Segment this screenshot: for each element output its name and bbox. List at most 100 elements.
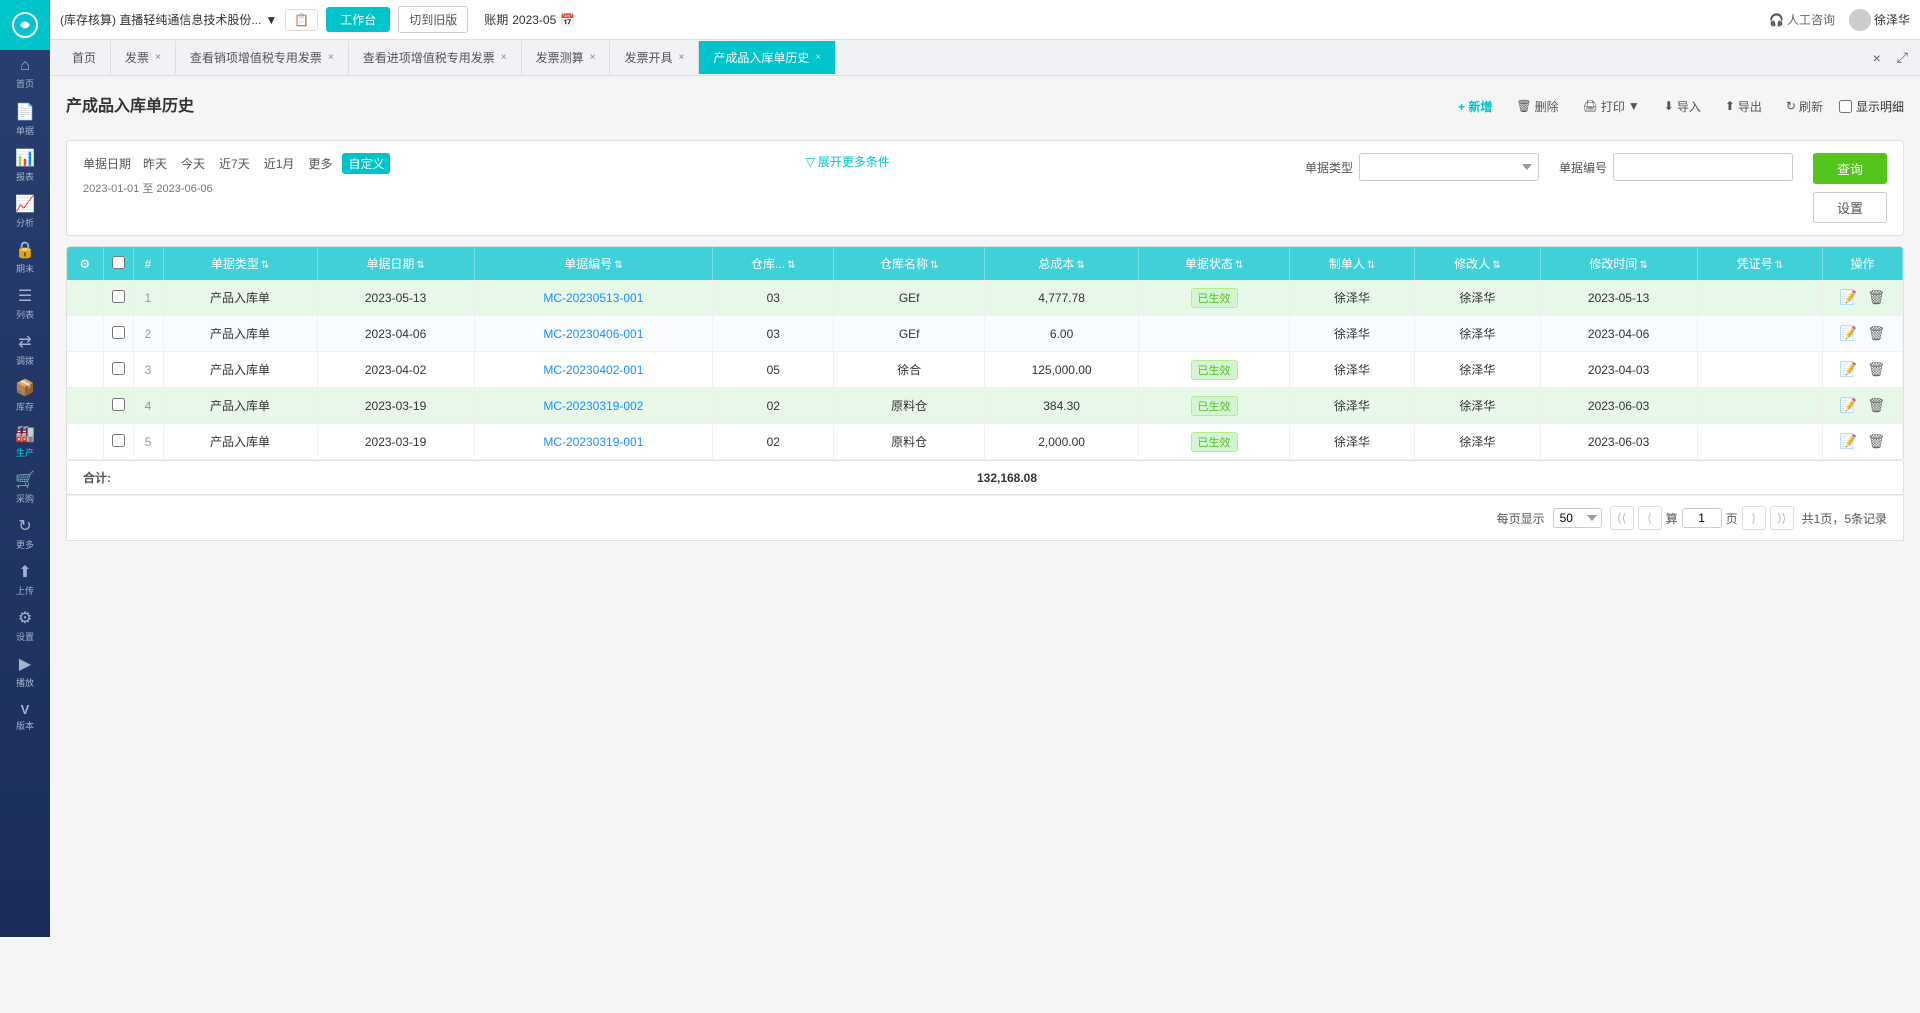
sidebar-item-version[interactable]: V 版本 xyxy=(0,694,50,740)
type-filter-select[interactable]: 产品入库单 xyxy=(1359,153,1539,181)
row-delete-button[interactable]: 🗑 xyxy=(1865,359,1887,380)
page-number-input[interactable] xyxy=(1682,508,1722,528)
sidebar-item-play[interactable]: ▶ 播放 xyxy=(0,648,50,694)
last-page-button[interactable]: ⟩⟩ xyxy=(1770,506,1794,530)
row-delete-button[interactable]: 🗑 xyxy=(1865,323,1887,344)
tab-close-all-button[interactable]: × xyxy=(1869,48,1885,68)
shortcut-today[interactable]: 今天 xyxy=(177,153,209,174)
sidebar-item-list[interactable]: ☰ 列表 xyxy=(0,280,50,326)
per-page-select[interactable]: 20 50 100 xyxy=(1553,508,1602,528)
tab-invoice-calc-close[interactable]: × xyxy=(590,52,596,63)
sidebar-item-analytics[interactable]: 📈 分析 xyxy=(0,188,50,234)
row-checkbox-cell[interactable] xyxy=(103,280,133,316)
col-checkbox-header[interactable] xyxy=(103,247,133,280)
sidebar-item-production[interactable]: 🏭 生产 xyxy=(0,418,50,464)
sidebar-logo[interactable] xyxy=(0,0,50,50)
row-checkbox-cell[interactable] xyxy=(103,352,133,388)
prev-page-button[interactable]: ⟨ xyxy=(1638,506,1662,530)
tab-invoice-open[interactable]: 发票开具 × xyxy=(610,41,699,74)
tab-sales-vat-close[interactable]: × xyxy=(328,52,334,63)
row-checkbox[interactable] xyxy=(112,326,125,339)
shortcut-1month[interactable]: 近1月 xyxy=(260,153,299,174)
col-status-header[interactable]: 单据状态⇅ xyxy=(1139,247,1290,280)
tab-invoice-close[interactable]: × xyxy=(155,52,161,63)
user-menu[interactable]: 徐泽华 xyxy=(1849,9,1910,31)
tab-product-history[interactable]: 产成品入库单历史 × xyxy=(699,41,836,74)
copy-button[interactable]: 📋 xyxy=(285,9,318,31)
shortcut-custom[interactable]: 自定义 xyxy=(342,153,390,174)
col-settings[interactable]: ⚙ xyxy=(67,247,103,280)
row-edit-button[interactable]: 📝 xyxy=(1838,431,1859,452)
col-date-header[interactable]: 单据日期⇅ xyxy=(317,247,474,280)
service-button[interactable]: 🎧 人工咨询 xyxy=(1769,11,1835,28)
next-page-button[interactable]: ⟩ xyxy=(1742,506,1766,530)
sidebar-item-purchase[interactable]: 🛒 采购 xyxy=(0,464,50,510)
old-version-button[interactable]: 切到旧版 xyxy=(398,6,468,33)
row-delete-button[interactable]: 🗑 xyxy=(1865,431,1887,452)
import-button[interactable]: ⬇ 导入 xyxy=(1656,94,1709,119)
col-cost-header[interactable]: 总成本⇅ xyxy=(985,247,1139,280)
calendar-icon[interactable]: 📅 xyxy=(560,13,575,27)
expand-conditions-button[interactable]: ▽ 展开更多条件 xyxy=(806,153,890,170)
tab-invoice-calc[interactable]: 发票测算 × xyxy=(522,41,611,74)
tab-invoice-open-close[interactable]: × xyxy=(678,52,684,63)
sidebar-item-doc[interactable]: 📄 单据 xyxy=(0,96,50,142)
workbench-button[interactable]: 工作台 xyxy=(326,7,390,32)
delete-button[interactable]: 🗑 删除 xyxy=(1508,94,1566,119)
sidebar-item-transfer[interactable]: ⇄ 调拨 xyxy=(0,326,50,372)
export-button[interactable]: ⬆ 导出 xyxy=(1717,94,1770,119)
col-number-header[interactable]: 单据编号⇅ xyxy=(474,247,713,280)
first-page-button[interactable]: ⟨⟨ xyxy=(1610,506,1634,530)
row-number-cell[interactable]: MC-20230319-002 xyxy=(474,388,713,424)
col-modtime-header[interactable]: 修改时间⇅ xyxy=(1540,247,1697,280)
sidebar-item-chart[interactable]: 📊 报表 xyxy=(0,142,50,188)
tab-product-history-close[interactable]: × xyxy=(815,52,821,63)
query-button[interactable]: 查询 xyxy=(1813,153,1887,184)
number-filter-input[interactable] xyxy=(1613,153,1793,181)
col-wh-name-header[interactable]: 仓库名称⇅ xyxy=(834,247,985,280)
row-checkbox[interactable] xyxy=(112,290,125,303)
shortcut-yesterday[interactable]: 昨天 xyxy=(139,153,171,174)
company-selector[interactable]: (库存核算) 直播轻纯通信息技术股份... ▼ xyxy=(60,11,277,28)
sidebar-item-settings[interactable]: ⚙ 设置 xyxy=(0,602,50,648)
row-number-cell[interactable]: MC-20230406-001 xyxy=(474,316,713,352)
sidebar-item-lock[interactable]: 🔒 期末 xyxy=(0,234,50,280)
row-checkbox-cell[interactable] xyxy=(103,424,133,460)
select-all-checkbox[interactable] xyxy=(112,256,125,269)
row-number-cell[interactable]: MC-20230513-001 xyxy=(474,280,713,316)
tab-sales-vat[interactable]: 查看销项增值税专用发票 × xyxy=(176,41,349,74)
print-button[interactable]: 🖨 打印 ▼ xyxy=(1575,94,1648,119)
row-edit-button[interactable]: 📝 xyxy=(1838,287,1859,308)
sidebar-item-upload[interactable]: ⬆ 上传 xyxy=(0,556,50,602)
shortcut-more[interactable]: 更多 xyxy=(304,153,336,174)
sidebar-item-home[interactable]: ⌂ 首页 xyxy=(0,50,50,96)
tab-purchase-vat-close[interactable]: × xyxy=(501,52,507,63)
row-checkbox-cell[interactable] xyxy=(103,388,133,424)
row-delete-button[interactable]: 🗑 xyxy=(1865,395,1887,416)
row-edit-button[interactable]: 📝 xyxy=(1838,323,1859,344)
row-edit-button[interactable]: 📝 xyxy=(1838,359,1859,380)
shortcut-7days[interactable]: 近7天 xyxy=(215,153,254,174)
row-number-cell[interactable]: MC-20230319-001 xyxy=(474,424,713,460)
sidebar-item-inventory[interactable]: 📦 库存 xyxy=(0,372,50,418)
col-creator-header[interactable]: 制单人⇅ xyxy=(1289,247,1414,280)
row-number-cell[interactable]: MC-20230402-001 xyxy=(474,352,713,388)
tab-home[interactable]: 首页 xyxy=(58,41,111,74)
tab-invoice[interactable]: 发票 × xyxy=(111,41,176,74)
col-modifier-header[interactable]: 修改人⇅ xyxy=(1415,247,1540,280)
row-checkbox[interactable] xyxy=(112,398,125,411)
tab-expand-button[interactable]: ⤢ xyxy=(1893,47,1912,68)
col-wh-code-header[interactable]: 仓库...⇅ xyxy=(713,247,834,280)
col-voucher-header[interactable]: 凭证号⇅ xyxy=(1697,247,1822,280)
row-checkbox[interactable] xyxy=(112,362,125,375)
row-checkbox-cell[interactable] xyxy=(103,316,133,352)
show-detail-input[interactable] xyxy=(1839,100,1852,113)
set-button[interactable]: 设置 xyxy=(1813,192,1887,223)
tab-purchase-vat[interactable]: 查看进项增值税专用发票 × xyxy=(349,41,522,74)
row-delete-button[interactable]: 🗑 xyxy=(1865,287,1887,308)
col-type-header[interactable]: 单据类型⇅ xyxy=(163,247,317,280)
row-edit-button[interactable]: 📝 xyxy=(1838,395,1859,416)
refresh-button[interactable]: ↻ 刷新 xyxy=(1778,94,1831,119)
show-detail-checkbox[interactable]: 显示明细 xyxy=(1839,98,1904,115)
row-checkbox[interactable] xyxy=(112,434,125,447)
